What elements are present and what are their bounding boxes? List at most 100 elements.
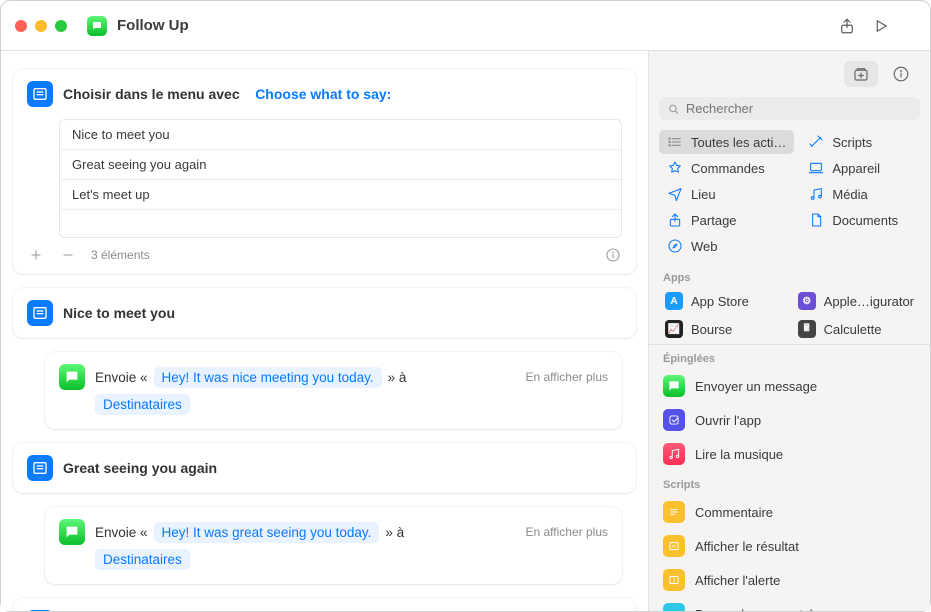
info-panel-button[interactable] <box>884 61 918 87</box>
window-title: Follow Up <box>117 17 189 34</box>
actions-sidebar: Toutes les acti… Scripts Commandes Appar… <box>648 51 930 611</box>
remove-item-button[interactable] <box>59 246 77 264</box>
app-label: Bourse <box>691 322 732 337</box>
item-count-label: 3 éléments <box>91 248 150 262</box>
category-documents[interactable]: Documents <box>800 208 920 232</box>
recipients-token[interactable]: Destinataires <box>95 549 190 570</box>
workflow-editor: Choisir dans le menu avec Choose what to… <box>1 51 648 611</box>
case-title: Great seeing you again <box>63 460 217 476</box>
menu-item[interactable]: Nice to meet you <box>60 120 621 149</box>
action-label: Ouvrir l'app <box>695 413 761 428</box>
menu-icon <box>27 610 53 611</box>
add-item-button[interactable] <box>27 246 45 264</box>
wand-icon <box>808 134 824 150</box>
send-prefix: Envoie « <box>95 370 148 385</box>
action-show-result[interactable]: Afficher le résultat <box>649 529 930 563</box>
actions-list: Épinglées Envoyer un message Ouvrir l'ap… <box>649 345 930 611</box>
action-show-alert[interactable]: Afficher l'alerte <box>649 563 930 597</box>
messages-icon <box>59 519 85 545</box>
action-title-param[interactable]: Choose what to say: <box>255 86 391 102</box>
action-choose-from-menu[interactable]: Choisir dans le menu avec Choose what to… <box>13 69 636 274</box>
share-icon <box>667 212 683 228</box>
share-button[interactable] <box>830 13 864 39</box>
message-token[interactable]: Hey! It was nice meeting you today. <box>154 367 382 388</box>
menu-case-great-seeing-you[interactable]: Great seeing you again <box>13 443 636 493</box>
scripts-section-title: Scripts <box>649 471 930 495</box>
music-app-icon <box>663 443 685 465</box>
menu-icon <box>27 81 53 107</box>
message-token[interactable]: Hey! It was great seeing you today. <box>154 522 380 543</box>
recipients-token[interactable]: Destinataires <box>95 394 190 415</box>
action-open-app[interactable]: Ouvrir l'app <box>649 403 930 437</box>
nested-actions: Envoie « Hey! It was nice meeting you to… <box>13 352 636 443</box>
list-icon <box>667 134 683 150</box>
app-bourse[interactable]: 📈 Bourse <box>659 316 786 342</box>
category-media[interactable]: Média <box>800 182 920 206</box>
messages-icon <box>59 364 85 390</box>
send-prefix: Envoie « <box>95 525 148 540</box>
titlebar: Follow Up <box>1 1 930 51</box>
category-label: Commandes <box>691 161 765 176</box>
category-sharing[interactable]: Partage <box>659 208 794 232</box>
send-suffix: » à <box>388 370 407 385</box>
category-label: Scripts <box>832 135 872 150</box>
library-button[interactable] <box>844 61 878 87</box>
category-suggestions[interactable]: Commandes <box>659 156 794 180</box>
menu-case-lets-meet-up[interactable]: Let's meet up <box>13 598 636 611</box>
messages-icon <box>663 375 685 397</box>
search-icon <box>667 102 680 116</box>
category-device[interactable]: Appareil <box>800 156 920 180</box>
info-button[interactable] <box>604 246 622 264</box>
app-window: Follow Up Choisir dans le menu avec <box>0 0 931 612</box>
minimize-window-button[interactable] <box>35 20 47 32</box>
menu-case-nice-to-meet-you[interactable]: Nice to meet you <box>13 288 636 338</box>
maximize-window-button[interactable] <box>55 20 67 32</box>
menu-item[interactable]: Great seeing you again <box>60 149 621 179</box>
apps-grid: A App Store ⚙ Apple…igurator 📈 Bourse 🖩 … <box>649 288 930 342</box>
action-send-message[interactable]: Envoie « Hey! It was nice meeting you to… <box>45 352 622 429</box>
app-calculette[interactable]: 🖩 Calculette <box>792 316 920 342</box>
nested-actions: Envoie « Hey! It was great seeing you to… <box>13 507 636 598</box>
window-body: Choisir dans le menu avec Choose what to… <box>1 51 930 611</box>
app-label: App Store <box>691 294 749 309</box>
menu-items-list: Nice to meet you Great seeing you again … <box>59 119 622 238</box>
menu-item[interactable]: Let's meet up <box>60 179 621 209</box>
category-scripts[interactable]: Scripts <box>800 130 920 154</box>
input-icon <box>663 603 685 611</box>
action-send-message[interactable]: Envoie « Hey! It was great seeing you to… <box>45 507 622 584</box>
action-label: Envoyer un message <box>695 379 817 394</box>
action-comment[interactable]: Commentaire <box>649 495 930 529</box>
search-field[interactable] <box>659 97 920 120</box>
comment-icon <box>663 501 685 523</box>
action-label: Afficher le résultat <box>695 539 799 554</box>
category-label: Web <box>691 239 718 254</box>
search-input[interactable] <box>686 101 912 116</box>
menu-icon <box>27 300 53 326</box>
category-location[interactable]: Lieu <box>659 182 794 206</box>
category-label: Appareil <box>832 161 880 176</box>
open-app-icon <box>663 409 685 431</box>
category-label: Toutes les acti… <box>691 135 786 150</box>
appstore-icon: A <box>665 292 683 310</box>
category-label: Documents <box>832 213 898 228</box>
app-appstore[interactable]: A App Store <box>659 288 786 314</box>
star-icon <box>667 160 683 176</box>
menu-item-empty[interactable] <box>60 209 621 237</box>
close-window-button[interactable] <box>15 20 27 32</box>
stocks-icon: 📈 <box>665 320 683 338</box>
action-play-music[interactable]: Lire la musique <box>649 437 930 471</box>
category-label: Lieu <box>691 187 716 202</box>
app-configurator[interactable]: ⚙ Apple…igurator <box>792 288 920 314</box>
action-title: Choisir dans le menu avec Choose what to… <box>63 86 391 102</box>
location-icon <box>667 186 683 202</box>
category-all[interactable]: Toutes les acti… <box>659 130 794 154</box>
category-web[interactable]: Web <box>659 234 794 258</box>
app-label: Apple…igurator <box>824 294 914 309</box>
show-more-button[interactable]: En afficher plus <box>526 370 609 384</box>
action-send-message[interactable]: Envoyer un message <box>649 369 930 403</box>
run-button[interactable] <box>864 13 898 39</box>
action-ask-input[interactable]: Demander une entrée <box>649 597 930 611</box>
app-label: Calculette <box>824 322 882 337</box>
show-more-button[interactable]: En afficher plus <box>526 525 609 539</box>
category-label: Partage <box>691 213 737 228</box>
